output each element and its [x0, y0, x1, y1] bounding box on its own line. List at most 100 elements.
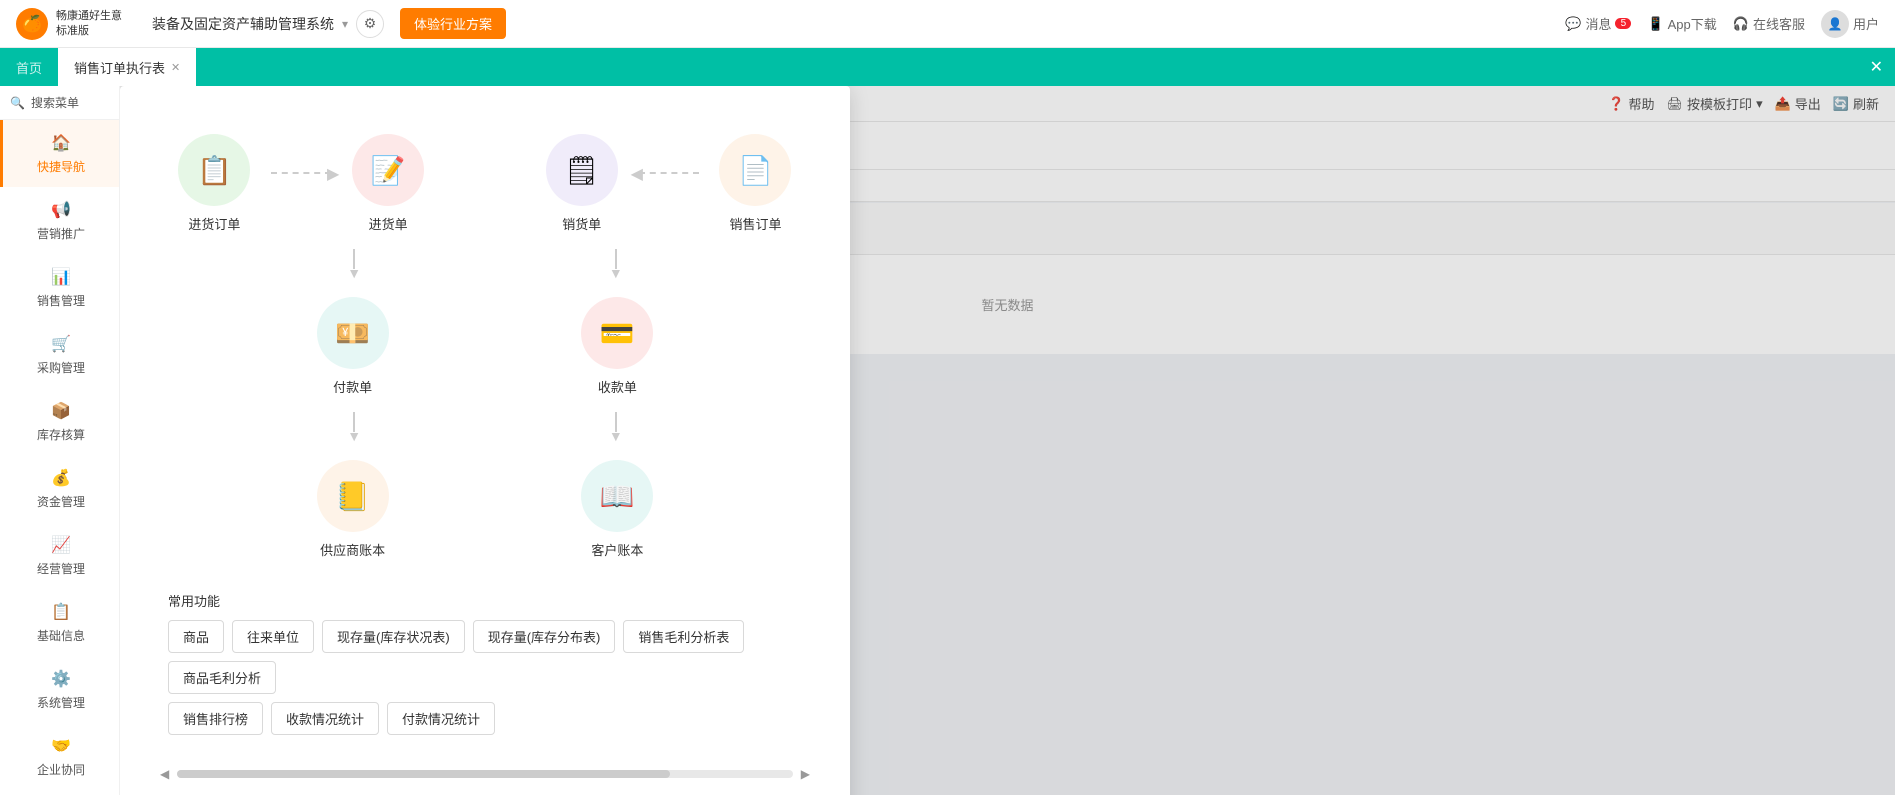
sidebar-item-marketing[interactable]: 📢 营销推广 — [0, 187, 119, 254]
sidebar-item-purchase[interactable]: 🛒 采购管理 — [0, 321, 119, 388]
online-service-item[interactable]: 🎧 在线客服 — [1733, 14, 1805, 33]
spacer2 — [191, 249, 263, 281]
logo-line2: 标准版 — [56, 24, 122, 38]
sidebar-item-basic-info[interactable]: 📋 基础信息 — [0, 589, 119, 656]
message-icon: 💬 — [1565, 16, 1581, 32]
func-btn-row-2: 销售排行榜 收款情况统计 付款情况统计 — [168, 702, 802, 735]
purchase-order-label: 进货订单 — [188, 214, 240, 233]
sales-order-icon: 📄 — [738, 154, 773, 187]
purchase-icon: 🛒 — [50, 333, 72, 355]
receipt-label: 收款单 — [598, 377, 637, 396]
logo-icon: 🍊 — [16, 8, 48, 40]
sidebar-label-system: 系统管理 — [37, 694, 85, 711]
flow-node-customer-account[interactable]: 📖 客户账本 — [573, 444, 661, 575]
payment-circle: 💴 — [317, 297, 389, 369]
sidebar-item-sales[interactable]: 📊 销售管理 — [0, 254, 119, 321]
header-right: 💬 消息 5 📱 App下载 🎧 在线客服 👤 用户 — [1565, 10, 1879, 38]
down-arrow-receipt: ▼ — [580, 412, 652, 444]
flow-node-sales-order[interactable]: 📄 销售订单 — [711, 118, 799, 249]
tab-home[interactable]: 首页 — [0, 48, 58, 86]
func-btn-stock-status[interactable]: 现存量(库存状况表) — [322, 620, 465, 653]
purchase-bill-icon: 📝 — [371, 154, 406, 187]
finance-icon: 💰 — [50, 467, 72, 489]
flow-node-payment[interactable]: 💴 付款单 — [309, 281, 397, 412]
message-item[interactable]: 💬 消息 5 — [1565, 14, 1631, 33]
sidebar-item-newbie[interactable]: 🎯 新手引导 — [0, 790, 119, 795]
nav-tabs-bar: 首页 销售订单执行表 ✕ ✕ — [0, 48, 1895, 86]
system-name-area: 装备及固定资产辅助管理系统 ▾ ⚙ 体验行业方案 — [152, 8, 1565, 39]
sidebar-item-system[interactable]: ⚙️ 系统管理 — [0, 656, 119, 723]
close-all-tabs-icon[interactable]: ✕ — [1870, 57, 1883, 77]
sales-bill-circle: 🗒 — [546, 134, 618, 206]
tab-close-icon[interactable]: ✕ — [171, 61, 180, 74]
flow-node-purchase-order[interactable]: 📋 进货订单 — [170, 118, 258, 249]
logo-area: 🍊 畅康通好生意 标准版 — [16, 8, 136, 40]
func-btn-receipt-stats[interactable]: 收款情况统计 — [271, 702, 379, 735]
purchase-bill-label: 进货单 — [369, 214, 408, 233]
down-arrow-purchase: ▼ — [318, 249, 390, 281]
down-arrow-sales: ▼ — [580, 249, 652, 281]
func-btn-sales-rank[interactable]: 销售排行榜 — [168, 702, 263, 735]
func-btn-sales-margin[interactable]: 销售毛利分析表 — [623, 620, 744, 653]
flow-node-supplier-account[interactable]: 📒 供应商账本 — [309, 444, 397, 575]
flow-node-purchase-bill[interactable]: 📝 进货单 — [344, 118, 432, 249]
flow-diagram-area: 📋 进货订单 ▶ 📝 — [144, 110, 826, 575]
headset-icon: 🎧 — [1733, 16, 1749, 32]
spacer4 — [707, 249, 779, 281]
spacer11 — [188, 444, 260, 575]
spacer9 — [445, 412, 525, 444]
down-arrow-icon-4: ▼ — [609, 428, 623, 444]
home-icon: 🏠 — [50, 132, 72, 154]
modal-box: 📋 进货订单 ▶ 📝 — [120, 86, 850, 795]
customer-account-circle: 📖 — [581, 460, 653, 532]
func-btn-row-1: 商品 往来单位 现存量(库存状况表) 现存量(库存分布表) 销售毛利分析表 商品… — [168, 620, 802, 694]
down-arrow-payment: ▼ — [318, 412, 390, 444]
spacer12 — [445, 444, 525, 575]
online-service-label: 在线客服 — [1753, 14, 1805, 33]
h-arrow-line-2: ◀ — [639, 172, 699, 174]
settings-icon-btn[interactable]: ⚙ — [356, 10, 384, 38]
trial-button[interactable]: 体验行业方案 — [400, 8, 506, 39]
func-btn-payment-stats[interactable]: 付款情况统计 — [387, 702, 495, 735]
purchase-order-circle: 📋 — [178, 134, 250, 206]
supplier-account-icon: 📒 — [335, 480, 370, 513]
search-menu-item[interactable]: 🔍 搜索菜单 — [0, 86, 119, 120]
chevron-down-icon[interactable]: ▾ — [342, 17, 348, 31]
user-avatar-area[interactable]: 👤 用户 — [1821, 10, 1879, 38]
flow-node-receipt[interactable]: 💳 收款单 — [573, 281, 661, 412]
flow-arrows-down: ▼ ▼ — [144, 249, 826, 281]
scroll-left-icon[interactable]: ◀ — [160, 767, 169, 781]
flow-node-sales-bill[interactable]: 🗒 销货单 — [538, 118, 626, 249]
sales-order-circle: 📄 — [719, 134, 791, 206]
sidebar-item-operations[interactable]: 📈 经营管理 — [0, 522, 119, 589]
sidebar-label-finance: 资金管理 — [37, 493, 85, 510]
scrollbar-area: ◀ ▶ — [144, 759, 826, 789]
sidebar-item-finance[interactable]: 💰 资金管理 — [0, 455, 119, 522]
scroll-right-icon[interactable]: ▶ — [801, 767, 810, 781]
sidebar-label-collab: 企业协同 — [37, 761, 85, 778]
receipt-icon: 💳 — [600, 317, 635, 350]
sidebar-item-inventory[interactable]: 📦 库存核算 — [0, 388, 119, 455]
main-layout: 🔍 搜索菜单 🏠 快捷导航 📢 营销推广 📊 销售管理 🛒 采购管理 📦 库存核… — [0, 86, 1895, 795]
sales-bill-icon: 🗒 — [564, 154, 600, 187]
scroll-thumb — [177, 770, 669, 778]
spacer6 — [445, 281, 525, 412]
func-btn-stock-dist[interactable]: 现存量(库存分布表) — [473, 620, 616, 653]
sidebar-label-inventory: 库存核算 — [37, 426, 85, 443]
common-funcs-area: 常用功能 商品 往来单位 现存量(库存状况表) 现存量(库存分布表) 销售毛利分… — [144, 575, 826, 759]
func-btn-product[interactable]: 商品 — [168, 620, 224, 653]
tab-sales-order-label: 销售订单执行表 — [74, 58, 165, 77]
logo-text: 畅康通好生意 标准版 — [56, 9, 122, 38]
message-badge: 5 — [1615, 18, 1631, 29]
scroll-track[interactable] — [177, 770, 793, 778]
sidebar-item-collab[interactable]: 🤝 企业协同 — [0, 723, 119, 790]
sidebar-item-quick-guide[interactable]: 🏠 快捷导航 — [0, 120, 119, 187]
tab-sales-order[interactable]: 销售订单执行表 ✕ — [58, 48, 196, 86]
operations-icon: 📈 — [50, 534, 72, 556]
func-btn-counterparty[interactable]: 往来单位 — [232, 620, 314, 653]
func-btn-product-margin[interactable]: 商品毛利分析 — [168, 661, 276, 694]
sales-icon: 📊 — [50, 266, 72, 288]
inventory-icon: 📦 — [50, 400, 72, 422]
app-download-item[interactable]: 📱 App下载 — [1647, 14, 1716, 33]
top-header: 🍊 畅康通好生意 标准版 装备及固定资产辅助管理系统 ▾ ⚙ 体验行业方案 💬 … — [0, 0, 1895, 48]
